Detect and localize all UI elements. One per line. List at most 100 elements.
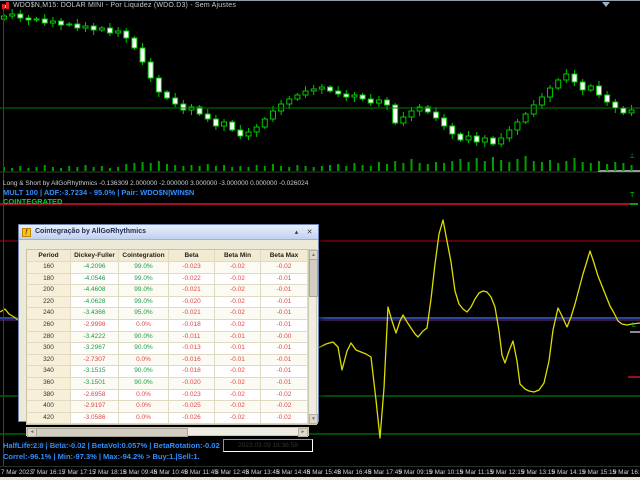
table-cell: 99.0% bbox=[119, 273, 169, 286]
vertical-scrollbar[interactable]: ▲ ▼ bbox=[308, 249, 318, 425]
time-axis-label: 9 Mar 09:15 bbox=[398, 469, 433, 476]
table-row[interactable]: 340 -3.1515 90.0% -0.018 -0.02 -0.01 bbox=[27, 366, 308, 378]
table-cell: -0.013 bbox=[169, 343, 215, 355]
table-cell: 340 bbox=[27, 366, 71, 378]
table-cell: -0.02 bbox=[215, 412, 261, 425]
table-row[interactable]: 180 -4.0546 99.0% -0.022 -0.02 -0.01 bbox=[27, 273, 308, 286]
dialog-minimize-button[interactable]: ▴ bbox=[291, 227, 302, 238]
candle-body bbox=[237, 129, 244, 137]
table-cell: -3.1501 bbox=[71, 377, 119, 390]
table-row[interactable]: 280 -3.4222 90.0% -0.011 -0.01 -0.00 bbox=[27, 331, 308, 344]
candle-body bbox=[229, 121, 236, 131]
table-row[interactable]: 160 -4.2096 99.0% -0.023 -0.02 -0.02 bbox=[27, 262, 308, 274]
candle-body bbox=[327, 86, 333, 92]
time-axis-label: 8 Mar 10:45 bbox=[154, 469, 188, 476]
candle-body bbox=[49, 20, 56, 24]
table-cell: -0.01 bbox=[261, 285, 308, 297]
candle-body bbox=[58, 20, 65, 26]
candle-body bbox=[164, 91, 170, 99]
time-axis-label: 7 Mar 16:15 bbox=[31, 469, 66, 476]
candle-body bbox=[628, 109, 635, 114]
table-row[interactable]: 200 -4.4608 99.0% -0.021 -0.02 -0.01 bbox=[27, 285, 308, 297]
time-axis-label: 8 Mar 13:45 bbox=[245, 469, 280, 476]
table-cell: 220 bbox=[27, 296, 71, 309]
time-axis-label: 9 Mar 15:15 bbox=[582, 469, 616, 476]
table-cell: -0.02 bbox=[215, 308, 261, 320]
table-cell: 90.0% bbox=[119, 366, 169, 378]
chart-shift-marker-icon[interactable] bbox=[602, 2, 610, 7]
table-cell: -0.01 bbox=[215, 331, 261, 344]
time-axis-label: 7 Mar 2023 bbox=[1, 469, 33, 476]
table-row[interactable]: 360 -3.1501 90.0% -0.020 -0.02 -0.01 bbox=[27, 377, 308, 390]
column-header[interactable]: Beta Max bbox=[261, 250, 308, 262]
table-cell: 200 bbox=[27, 285, 71, 297]
candle-body bbox=[131, 37, 138, 49]
table-cell: -3.2967 bbox=[71, 343, 119, 355]
table-row[interactable]: 300 -3.2967 90.0% -0.013 -0.01 -0.01 bbox=[27, 343, 308, 355]
table-cell: -0.02 bbox=[215, 273, 261, 286]
dialog-titlebar[interactable]: ƒ Cointegração by AllGoRhythmics ▴ ✕ bbox=[19, 225, 318, 240]
table-cell: -0.01 bbox=[261, 377, 308, 390]
table-cell: -0.018 bbox=[169, 366, 215, 378]
mt5-chart-window: ⊥ T L WDO$N,M15: DOLAR MINI - Por Liquidez… bbox=[0, 0, 640, 480]
horizontal-scrollbar[interactable]: ◄ ► bbox=[26, 427, 309, 437]
table-cell: -0.01 bbox=[261, 296, 308, 309]
candle-body bbox=[74, 23, 81, 29]
table-cell: -3.0586 bbox=[71, 412, 119, 425]
column-header[interactable]: Cointegration bbox=[119, 250, 169, 262]
table-cell: -3.1515 bbox=[71, 366, 119, 378]
column-header[interactable]: Period bbox=[27, 250, 71, 262]
candle-body bbox=[90, 25, 97, 31]
table-cell: 380 bbox=[27, 389, 71, 402]
table-cell: -0.01 bbox=[215, 354, 261, 367]
table-cell: -4.0546 bbox=[71, 273, 119, 286]
time-axis-label: 9 Mar 12:15 bbox=[490, 469, 525, 476]
scroll-right-arrow[interactable]: ► bbox=[298, 428, 308, 437]
candle-body bbox=[359, 94, 366, 100]
table-cell: -0.018 bbox=[169, 319, 215, 332]
table-row[interactable]: 260 -2.9998 0.0% -0.018 -0.02 -0.01 bbox=[27, 319, 308, 332]
vertical-scroll-thumb[interactable] bbox=[309, 259, 318, 297]
scroll-down-arrow[interactable]: ▼ bbox=[309, 414, 318, 424]
table-row[interactable]: 420 -3.0586 0.0% -0.026 -0.02 -0.02 bbox=[27, 412, 308, 425]
table-cell: -0.022 bbox=[169, 273, 215, 286]
table-cell: 320 bbox=[27, 354, 71, 367]
indicator-name-values: Long & Short by AllGoRhythmics -0.136309… bbox=[3, 180, 309, 187]
table-row[interactable]: 400 -2.9197 0.0% -0.025 -0.02 -0.02 bbox=[27, 401, 308, 413]
table-cell: -0.02 bbox=[215, 296, 261, 309]
column-header[interactable]: Beta Min bbox=[215, 250, 261, 262]
horizontal-scroll-thumb[interactable] bbox=[36, 428, 188, 437]
candle-body bbox=[563, 73, 570, 81]
time-axis-label: 8 Mar 09:45 bbox=[123, 469, 157, 476]
table-cell: -0.016 bbox=[169, 354, 215, 367]
candle-body bbox=[441, 117, 448, 127]
table-cell: -0.023 bbox=[169, 262, 215, 274]
marker-l-icon: L bbox=[632, 322, 636, 329]
window-top-border bbox=[0, 0, 640, 1]
column-header[interactable]: Dickey-Fuller bbox=[71, 250, 119, 262]
table-row[interactable]: 240 -3.4366 95.0% -0.021 -0.02 -0.01 bbox=[27, 308, 308, 320]
time-axis-label: 9 Mar 10:15 bbox=[429, 469, 463, 476]
table-cell: 240 bbox=[27, 308, 71, 320]
table-cell: 0.0% bbox=[119, 389, 169, 402]
candle-body bbox=[367, 98, 374, 104]
chart-title: WDO$N,M15: DOLAR MINI - Por Liquidez (WD… bbox=[13, 2, 237, 9]
time-axis-label: 8 Mar 16:45 bbox=[337, 469, 372, 476]
dialog-icon[interactable]: ƒ bbox=[22, 228, 31, 237]
time-axis-label: 9 Mar 11:15 bbox=[460, 469, 494, 476]
table-row[interactable]: 380 -2.6958 0.0% -0.023 -0.02 -0.02 bbox=[27, 389, 308, 402]
table-row[interactable]: 220 -4.0628 99.0% -0.020 -0.02 -0.01 bbox=[27, 296, 308, 309]
column-header[interactable]: Beta bbox=[169, 250, 215, 262]
candle-body bbox=[465, 135, 472, 141]
candle-body bbox=[115, 30, 122, 34]
time-axis-label: 7 Mar 17:15 bbox=[62, 469, 96, 476]
table-row[interactable]: 320 -2.7307 0.0% -0.016 -0.01 -0.01 bbox=[27, 354, 308, 367]
table-cell: -4.0628 bbox=[71, 296, 119, 309]
dialog-close-button[interactable]: ✕ bbox=[304, 227, 315, 238]
chart-window-icon[interactable] bbox=[2, 2, 11, 10]
candle-body bbox=[571, 73, 578, 83]
table-cell: -0.01 bbox=[215, 343, 261, 355]
window-left-border bbox=[3, 9, 4, 467]
table-cell: -0.02 bbox=[215, 285, 261, 297]
marker-l-icon: ⊥ bbox=[629, 153, 635, 160]
